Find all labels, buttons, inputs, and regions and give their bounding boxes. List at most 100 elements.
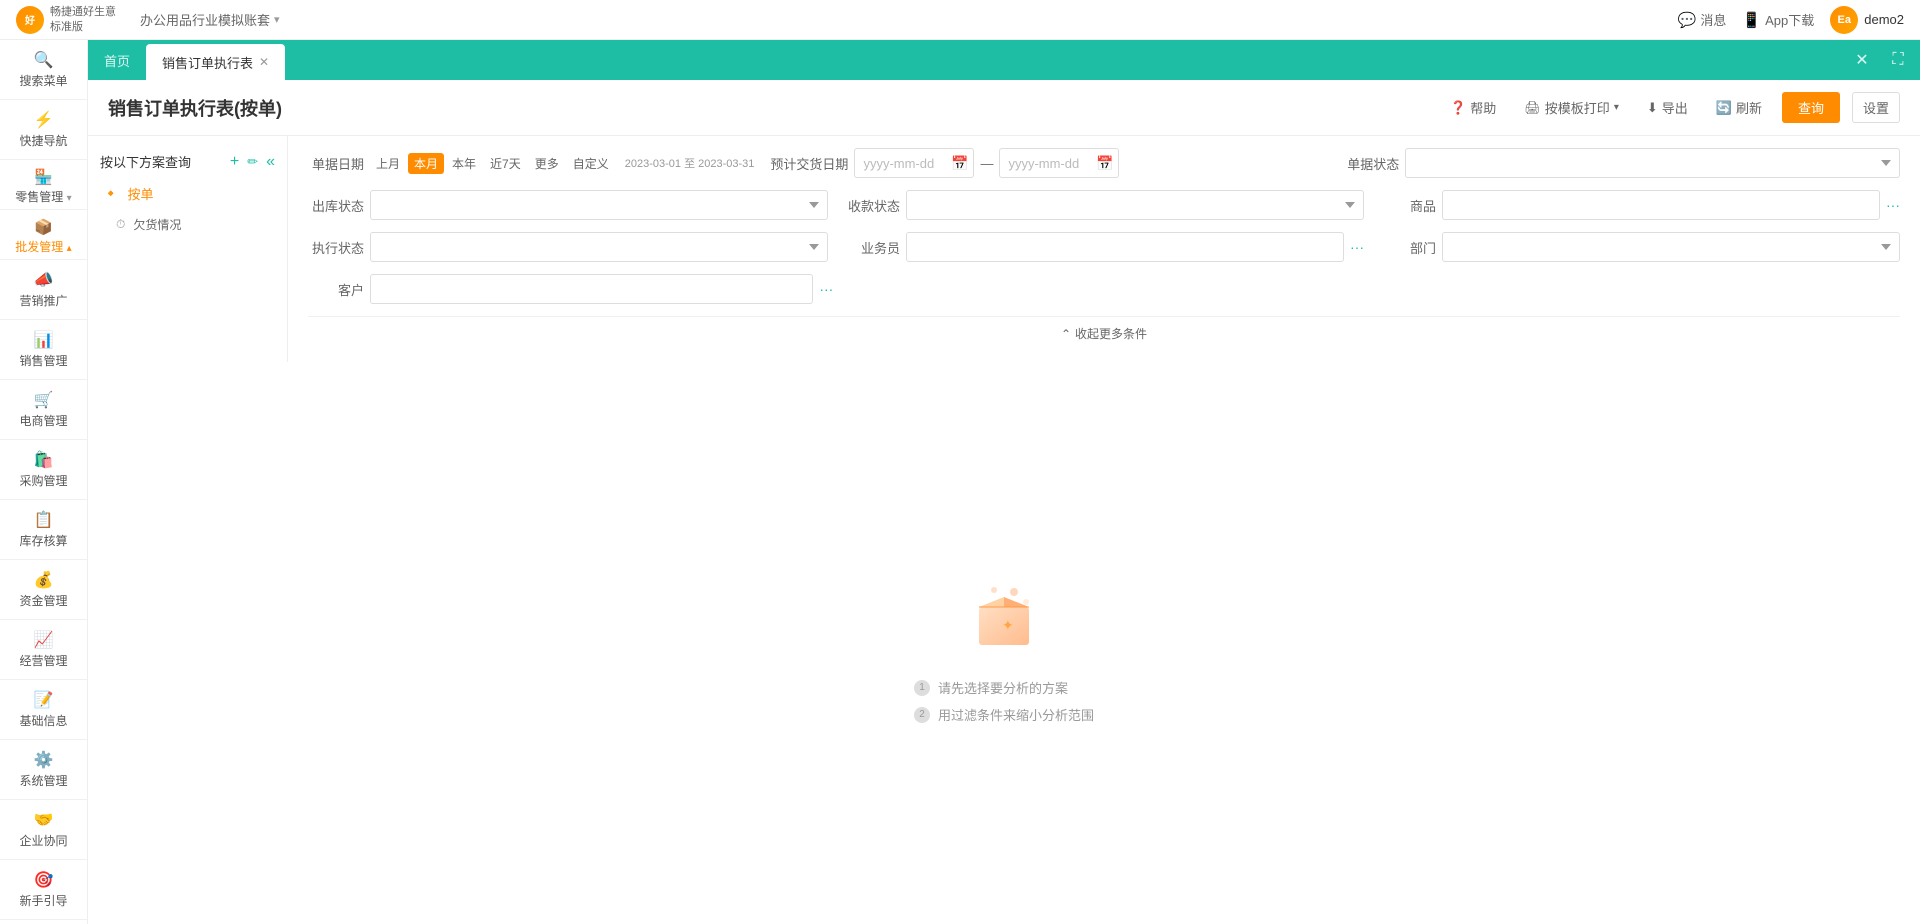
scheme-item-by-order[interactable]: 🔸 按单 [88, 177, 287, 210]
salesperson-more-icon[interactable]: ··· [1350, 239, 1364, 255]
sidebar-item-newbie[interactable]: 🎯 新手引导 [0, 860, 87, 920]
quick-nav-icon: ⚡ [4, 110, 83, 130]
dept-select[interactable] [1442, 232, 1900, 262]
date-tab-last-7[interactable]: 近7天 [484, 153, 527, 174]
date-tab-this-year[interactable]: 本年 [446, 153, 482, 174]
date-tab-custom[interactable]: 自定义 [567, 153, 615, 174]
sales-icon: 📊 [4, 330, 83, 350]
salesperson-input[interactable] [906, 232, 1344, 262]
sidebar-item-basic[interactable]: 📝 基础信息 [0, 680, 87, 740]
filter-row-1: 单据日期 上月 本月 本年 近7天 更多 自定义 2023-03-01 至 20… [308, 148, 1900, 178]
date-tab-last-month[interactable]: 上月 [370, 153, 406, 174]
customer-more-icon[interactable]: ··· [819, 281, 833, 297]
main-layout: 🔍 搜索菜单 ⚡ 快捷导航 🏪 零售管理 ▾ 📦 批发管理 ▴ 📣 营销推广 📊… [0, 40, 1920, 924]
purchase-icon: 🛍️ [4, 450, 83, 470]
customer-input[interactable] [370, 274, 813, 304]
refresh-button[interactable]: 🔄 刷新 [1708, 94, 1770, 121]
empty-state: ✦ 1 请先选择要分析的方案 2 用过滤条件来缩小分析范围 [914, 562, 1094, 724]
retail-arrow-icon: ▾ [67, 193, 72, 204]
collapse-bar[interactable]: ⌃ 收起更多条件 [308, 316, 1900, 350]
svg-text:✦: ✦ [1002, 617, 1014, 633]
avatar: Ea [1830, 6, 1858, 34]
empty-tip-1: 1 请先选择要分析的方案 [914, 678, 1094, 697]
date-range-text: 2023-03-01 至 2023-03-31 [625, 155, 755, 171]
scheme-by-order-icon: 🔸 [102, 185, 119, 202]
app-download-button[interactable]: 📱 App下载 [1742, 10, 1814, 29]
filter-panel: 按以下方案查询 + ✏ « 🔸 按单 ⏱ 欠货情况 [88, 136, 1920, 362]
filter-row-4: 客户 ··· [308, 274, 1900, 304]
out-status-select[interactable] [370, 190, 828, 220]
sidebar-item-retail[interactable]: 🏪 零售管理 ▾ [0, 160, 87, 210]
logo-text: 畅捷通好生意 标准版 [50, 5, 116, 34]
sidebar-item-search[interactable]: 🔍 搜索菜单 [0, 40, 87, 100]
customer-group: 客户 ··· [308, 274, 833, 304]
wholesale-arrow-icon: ▴ [67, 243, 72, 254]
template-print-button[interactable]: 🖨 按模板打印 ▾ [1516, 94, 1627, 121]
window-maximize-button[interactable]: ⛶ [1884, 46, 1912, 74]
sidebar-item-finance[interactable]: 💰 资金管理 [0, 560, 87, 620]
status-filter-group: 单据状态 [1343, 148, 1900, 178]
print-dropdown-icon: ▾ [1614, 102, 1619, 113]
newbie-icon: 🎯 [4, 870, 83, 890]
sidebar-item-operation[interactable]: 📈 经营管理 [0, 620, 87, 680]
date-tab-more[interactable]: 更多 [529, 153, 565, 174]
sidebar-item-purchase[interactable]: 🛍️ 采购管理 [0, 440, 87, 500]
sidebar-item-marketing[interactable]: 📣 营销推广 [0, 260, 87, 320]
ecommerce-icon: 🛒 [4, 390, 83, 410]
sidebar-item-ecommerce[interactable]: 🛒 电商管理 [0, 380, 87, 440]
inventory-icon: 📋 [4, 510, 83, 530]
breadcrumb-arrow-icon: ▾ [274, 13, 280, 26]
sidebar-item-wholesale[interactable]: 📦 批发管理 ▴ [0, 210, 87, 260]
header-left: 好 畅捷通好生意 标准版 办公用品行业模拟账套 ▾ [16, 5, 280, 34]
sidebar: 🔍 搜索菜单 ⚡ 快捷导航 🏪 零售管理 ▾ 📦 批发管理 ▴ 📣 营销推广 📊… [0, 40, 88, 924]
status-select-wrap [1405, 148, 1900, 178]
scheme-item-arrears[interactable]: ⏱ 欠货情况 [88, 210, 287, 239]
settings-button[interactable]: 设置 [1852, 92, 1900, 123]
status-select[interactable] [1405, 148, 1900, 178]
query-button[interactable]: 查询 [1782, 92, 1840, 123]
scheme-header: 按以下方案查询 + ✏ « [88, 146, 287, 177]
export-button[interactable]: ⬇ 导出 [1639, 94, 1696, 121]
message-button[interactable]: 💬 消息 [1678, 10, 1727, 29]
wholesale-icon: 📦 [4, 218, 83, 236]
refresh-icon: 🔄 [1716, 100, 1732, 116]
scheme-collapse-button[interactable]: « [266, 153, 275, 171]
receipt-status-select[interactable] [906, 190, 1364, 220]
exec-status-select[interactable] [370, 232, 828, 262]
arrears-icon: ⏱ [116, 217, 125, 232]
receipt-status-group: 收款状态 [844, 190, 1364, 220]
sidebar-item-inventory[interactable]: 📋 库存核算 [0, 500, 87, 560]
sidebar-item-enterprise[interactable]: 🤝 企业协同 [0, 800, 87, 860]
breadcrumb[interactable]: 办公用品行业模拟账套 ▾ [140, 10, 280, 29]
tab-close-icon[interactable]: ✕ [259, 55, 269, 69]
tip-number-1: 1 [914, 680, 930, 696]
date-tab-this-month[interactable]: 本月 [408, 153, 444, 174]
calendar-end-icon: 📅 [1096, 155, 1113, 172]
sidebar-item-system[interactable]: ⚙️ 系统管理 [0, 740, 87, 800]
collapse-up-icon: ⌃ [1061, 327, 1071, 341]
goods-input[interactable] [1442, 190, 1880, 220]
enterprise-icon: 🤝 [4, 810, 83, 830]
sidebar-item-quick-nav[interactable]: ⚡ 快捷导航 [0, 100, 87, 160]
empty-tip-2: 2 用过滤条件来缩小分析范围 [914, 705, 1094, 724]
exec-status-group: 执行状态 [308, 232, 828, 262]
sidebar-item-apps[interactable]: 📱 应用中心 [0, 920, 87, 924]
window-close-button[interactable]: ✕ [1848, 46, 1876, 74]
user-profile[interactable]: Ea demo2 [1830, 6, 1904, 34]
scheme-add-button[interactable]: + [230, 153, 239, 171]
goods-more-icon[interactable]: ··· [1886, 197, 1900, 213]
help-button[interactable]: ❓ 帮助 [1442, 94, 1504, 121]
tip-number-2: 2 [914, 707, 930, 723]
scheme-edit-button[interactable]: ✏ [247, 154, 258, 170]
tab-home[interactable]: 首页 [88, 40, 146, 80]
goods-group: 商品 ··· [1380, 190, 1900, 220]
page-content: 销售订单执行表(按单) ❓ 帮助 🖨 按模板打印 ▾ ⬇ 导出 [88, 80, 1920, 924]
sidebar-item-sales[interactable]: 📊 销售管理 [0, 320, 87, 380]
tab-sales-order-exec[interactable]: 销售订单执行表 ✕ [146, 44, 285, 80]
top-header: 好 畅捷通好生意 标准版 办公用品行业模拟账套 ▾ 💬 消息 📱 App下载 E… [0, 0, 1920, 40]
date-filter-tabs: 上月 本月 本年 近7天 更多 自定义 [370, 153, 615, 174]
message-icon: 💬 [1678, 11, 1697, 29]
operation-icon: 📈 [4, 630, 83, 650]
expected-date-start-wrap: 📅 [854, 148, 974, 178]
search-icon: 🔍 [4, 50, 83, 70]
